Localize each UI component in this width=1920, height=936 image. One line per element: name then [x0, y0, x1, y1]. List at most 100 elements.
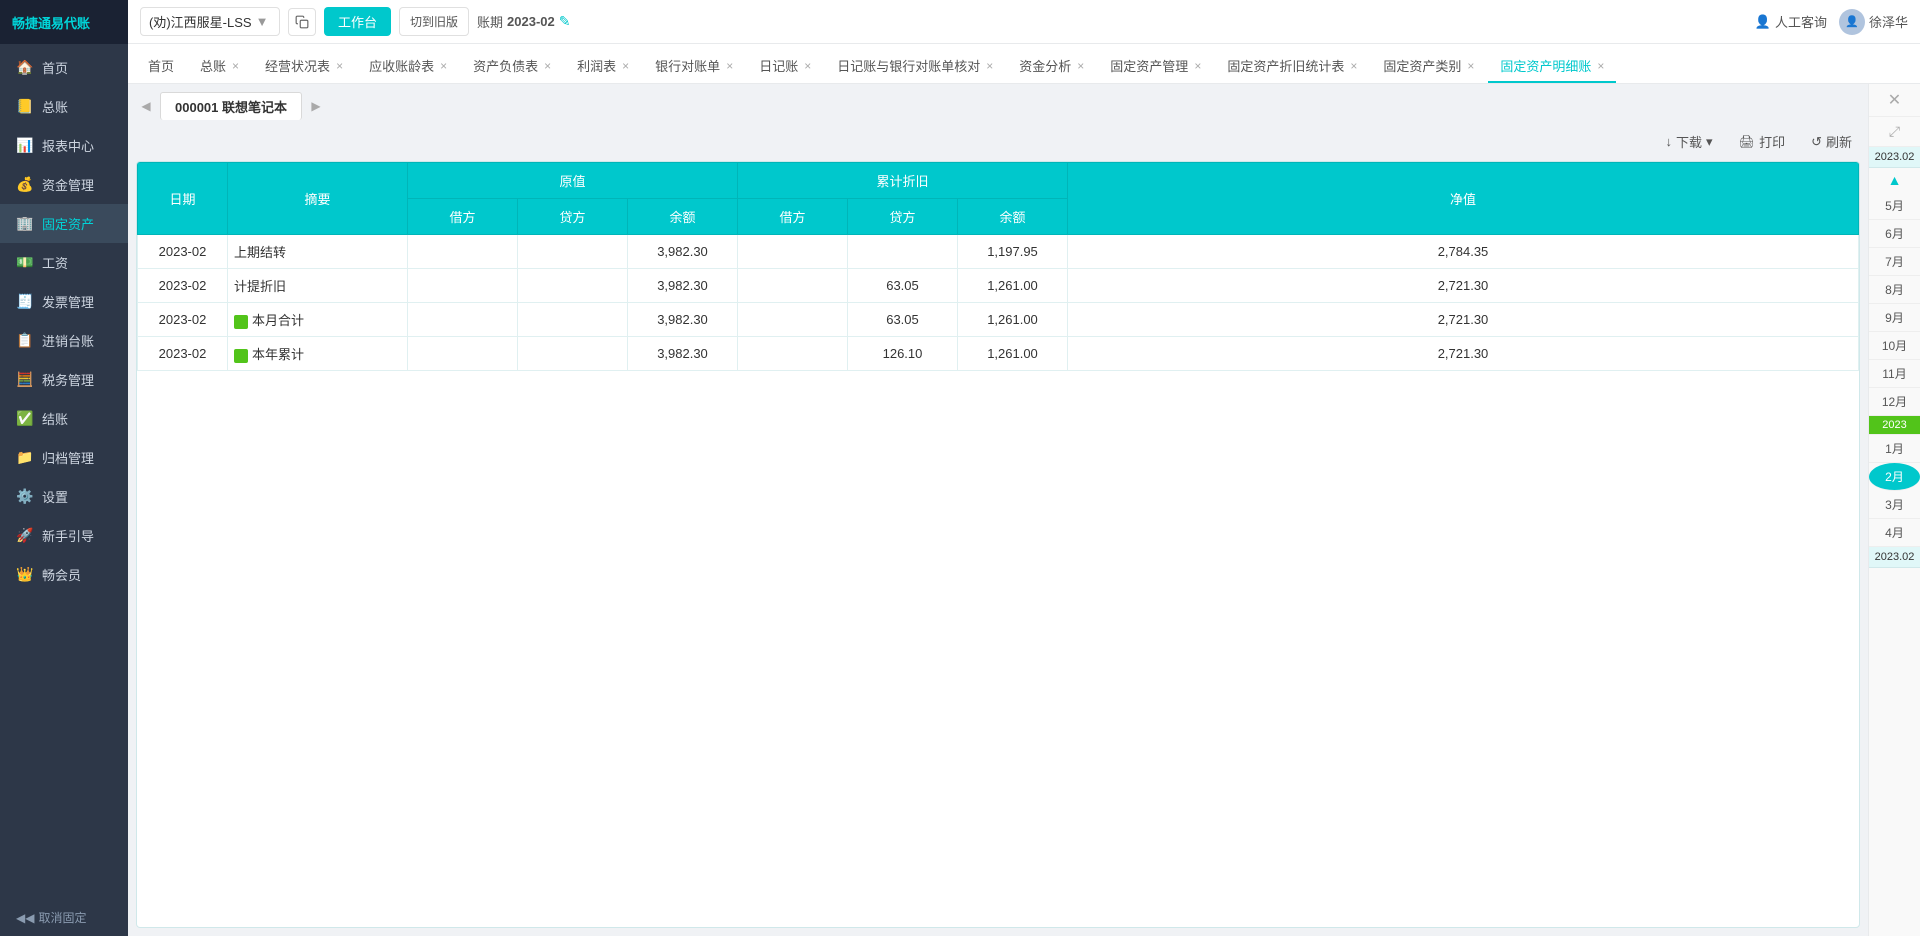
period-label: 账期 2023-02 ✎ — [477, 12, 570, 31]
cell-dep-debit-1 — [738, 269, 848, 303]
right-panel-month-9[interactable]: 1月 — [1869, 435, 1920, 463]
sidebar-icon-11: ⚙️ — [16, 488, 34, 506]
download-icon: ↓ — [1666, 134, 1673, 149]
avatar: 👤 — [1839, 9, 1865, 35]
sidebar-item-归档管理[interactable]: 📁归档管理 — [0, 438, 128, 477]
sidebar-item-总账[interactable]: 📒总账 — [0, 87, 128, 126]
workbench-button[interactable]: 工作台 — [324, 7, 391, 36]
tab-应收账龄表[interactable]: 应收账龄表× — [357, 50, 459, 83]
tab-利润表[interactable]: 利润表 × — [565, 50, 641, 83]
tab-close-6[interactable]: × — [726, 59, 733, 73]
expand-right-panel-btn[interactable]: ⤢ — [1869, 117, 1920, 147]
tab-固定资产明细账[interactable]: 固定资产明细账× — [1488, 50, 1616, 83]
sub-tab-next-btn[interactable]: ▶ — [306, 96, 326, 116]
sidebar-item-固定资产[interactable]: 🏢固定资产 — [0, 204, 128, 243]
tab-固定资产管理[interactable]: 固定资产管理× — [1098, 50, 1213, 83]
tab-总账[interactable]: 总账 × — [188, 50, 251, 83]
tab-日记账与银行对账单核对[interactable]: 日记账与银行对账单核对× — [825, 50, 1005, 83]
cell-net-value-2: 2,721.30 — [1068, 303, 1859, 337]
download-btn[interactable]: ↓ 下载 ▾ — [1658, 128, 1721, 155]
sidebar-collapse-btn[interactable]: ◀◀ 取消固定 — [0, 899, 128, 936]
copy-icon-btn[interactable] — [288, 8, 316, 36]
tab-label-5: 利润表 — [577, 56, 616, 75]
tab-资产负债表[interactable]: 资产负债表× — [461, 50, 563, 83]
header-user-btn[interactable]: 👤 徐泽华 — [1839, 9, 1908, 35]
right-panel-months: 5月6月7月8月9月10月11月12月20231月2月3月4月 — [1869, 192, 1920, 547]
tab-银行对账单[interactable]: 银行对账单× — [643, 50, 745, 83]
sidebar-icon-5: 💵 — [16, 254, 34, 272]
sidebar-item-报表中心[interactable]: 📊报表中心 — [0, 126, 128, 165]
refresh-icon: ↺ — [1811, 134, 1822, 150]
tab-close-9[interactable]: × — [1077, 59, 1084, 73]
close-right-panel-btn[interactable]: ✕ — [1869, 84, 1920, 117]
right-panel-year-bottom[interactable]: 2023.02 — [1869, 547, 1920, 568]
tab-close-3[interactable]: × — [440, 59, 447, 73]
cell-dep-credit-2: 63.05 — [848, 303, 958, 337]
sidebar-item-畅会员[interactable]: 👑畅会员 — [0, 555, 128, 594]
tab-资金分析[interactable]: 资金分析× — [1007, 50, 1096, 83]
sub-tab-item[interactable]: 000001 联想笔记本 — [160, 92, 302, 120]
right-panel-year-top[interactable]: 2023.02 — [1869, 147, 1920, 168]
tab-close-4[interactable]: × — [544, 59, 551, 73]
tab-close-1[interactable]: × — [232, 59, 239, 73]
sidebar-item-发票管理[interactable]: 🧾发票管理 — [0, 282, 128, 321]
sidebar-icon-0: 🏠 — [16, 59, 34, 77]
period-edit-icon[interactable]: ✎ — [559, 13, 571, 30]
sidebar-item-进销台账[interactable]: 📋进销台账 — [0, 321, 128, 360]
tab-close-13[interactable]: × — [1597, 59, 1604, 73]
top-header: (劝)江西服星-LSS ▼ 工作台 切到旧版 账期 2023-02 ✎ 👤 人工… — [128, 0, 1920, 44]
cell-net-value-0: 2,784.35 — [1068, 235, 1859, 269]
tab-close-2[interactable]: × — [336, 59, 343, 73]
right-panel-year-badge-8[interactable]: 2023 — [1869, 416, 1920, 435]
app-logo-text: 畅捷通易代账 — [12, 13, 90, 32]
sub-tab-prev-btn[interactable]: ◀ — [136, 96, 156, 116]
right-panel-month-5[interactable]: 10月 — [1869, 332, 1920, 360]
sidebar-item-结账[interactable]: ✅结账 — [0, 399, 128, 438]
sidebar-item-新手引导[interactable]: 🚀新手引导 — [0, 516, 128, 555]
tab-close-10[interactable]: × — [1194, 59, 1201, 73]
sidebar-item-首页[interactable]: 🏠首页 — [0, 48, 128, 87]
tab-close-7[interactable]: × — [804, 59, 811, 73]
right-panel-month-2[interactable]: 7月 — [1869, 248, 1920, 276]
cell-dep-balance-3: 1,261.00 — [958, 337, 1068, 371]
tab-固定资产折旧统计表[interactable]: 固定资产折旧统计表× — [1215, 50, 1369, 83]
tab-close-11[interactable]: × — [1350, 59, 1357, 73]
tab-固定资产类别[interactable]: 固定资产类别× — [1371, 50, 1486, 83]
cell-date-1: 2023-02 — [138, 269, 228, 303]
right-panel-month-7[interactable]: 12月 — [1869, 388, 1920, 416]
right-panel-month-11[interactable]: 3月 — [1869, 491, 1920, 519]
sidebar-label-5: 工资 — [42, 253, 68, 272]
table-row: 2023-02 计提折旧 3,982.30 63.05 1,261.00 2,7… — [138, 269, 1859, 303]
right-panel-month-3[interactable]: 8月 — [1869, 276, 1920, 304]
right-panel-month-0[interactable]: 5月 — [1869, 192, 1920, 220]
cell-net-value-1: 2,721.30 — [1068, 269, 1859, 303]
tab-close-5[interactable]: × — [622, 59, 629, 73]
sidebar-item-资金管理[interactable]: 💰资金管理 — [0, 165, 128, 204]
tab-label-0: 首页 — [148, 56, 174, 75]
content-wrapper: ◀ 000001 联想笔记本 ▶ ↓ 下载 ▾ 🖨 打印 ↺ — [128, 84, 1920, 936]
switch-old-button[interactable]: 切到旧版 — [399, 7, 469, 36]
tab-close-12[interactable]: × — [1467, 59, 1474, 73]
right-panel-month-6[interactable]: 11月 — [1869, 360, 1920, 388]
sidebar-item-税务管理[interactable]: 🧮税务管理 — [0, 360, 128, 399]
toolbar: ↓ 下载 ▾ 🖨 打印 ↺ 刷新 — [136, 128, 1860, 155]
tab-close-8[interactable]: × — [986, 59, 993, 73]
refresh-btn[interactable]: ↺ 刷新 — [1803, 128, 1860, 155]
sidebar-item-工资[interactable]: 💵 工资 — [0, 243, 128, 282]
print-btn[interactable]: 🖨 打印 — [1731, 128, 1794, 155]
header-service-btn[interactable]: 👤 人工客询 — [1755, 12, 1827, 31]
tab-日记账[interactable]: 日记账× — [747, 50, 823, 83]
company-dropdown-arrow: ▼ — [256, 14, 269, 29]
right-panel-month-1[interactable]: 6月 — [1869, 220, 1920, 248]
tab-label-1: 总账 — [200, 56, 226, 75]
right-panel-scroll-up-btn[interactable]: ▲ — [1869, 168, 1920, 192]
sidebar-logo: 畅捷通易代账 — [0, 0, 128, 44]
tab-经营状况表[interactable]: 经营状况表× — [253, 50, 355, 83]
sidebar-item-设置[interactable]: ⚙️ 设置 — [0, 477, 128, 516]
right-panel-month-12[interactable]: 4月 — [1869, 519, 1920, 547]
company-selector[interactable]: (劝)江西服星-LSS ▼ — [140, 7, 280, 36]
tab-首页[interactable]: 首页 — [136, 50, 186, 83]
right-panel-month-4[interactable]: 9月 — [1869, 304, 1920, 332]
right-panel-month-active[interactable]: 2月 — [1869, 463, 1920, 491]
sidebar-label-11: 设置 — [42, 487, 68, 506]
